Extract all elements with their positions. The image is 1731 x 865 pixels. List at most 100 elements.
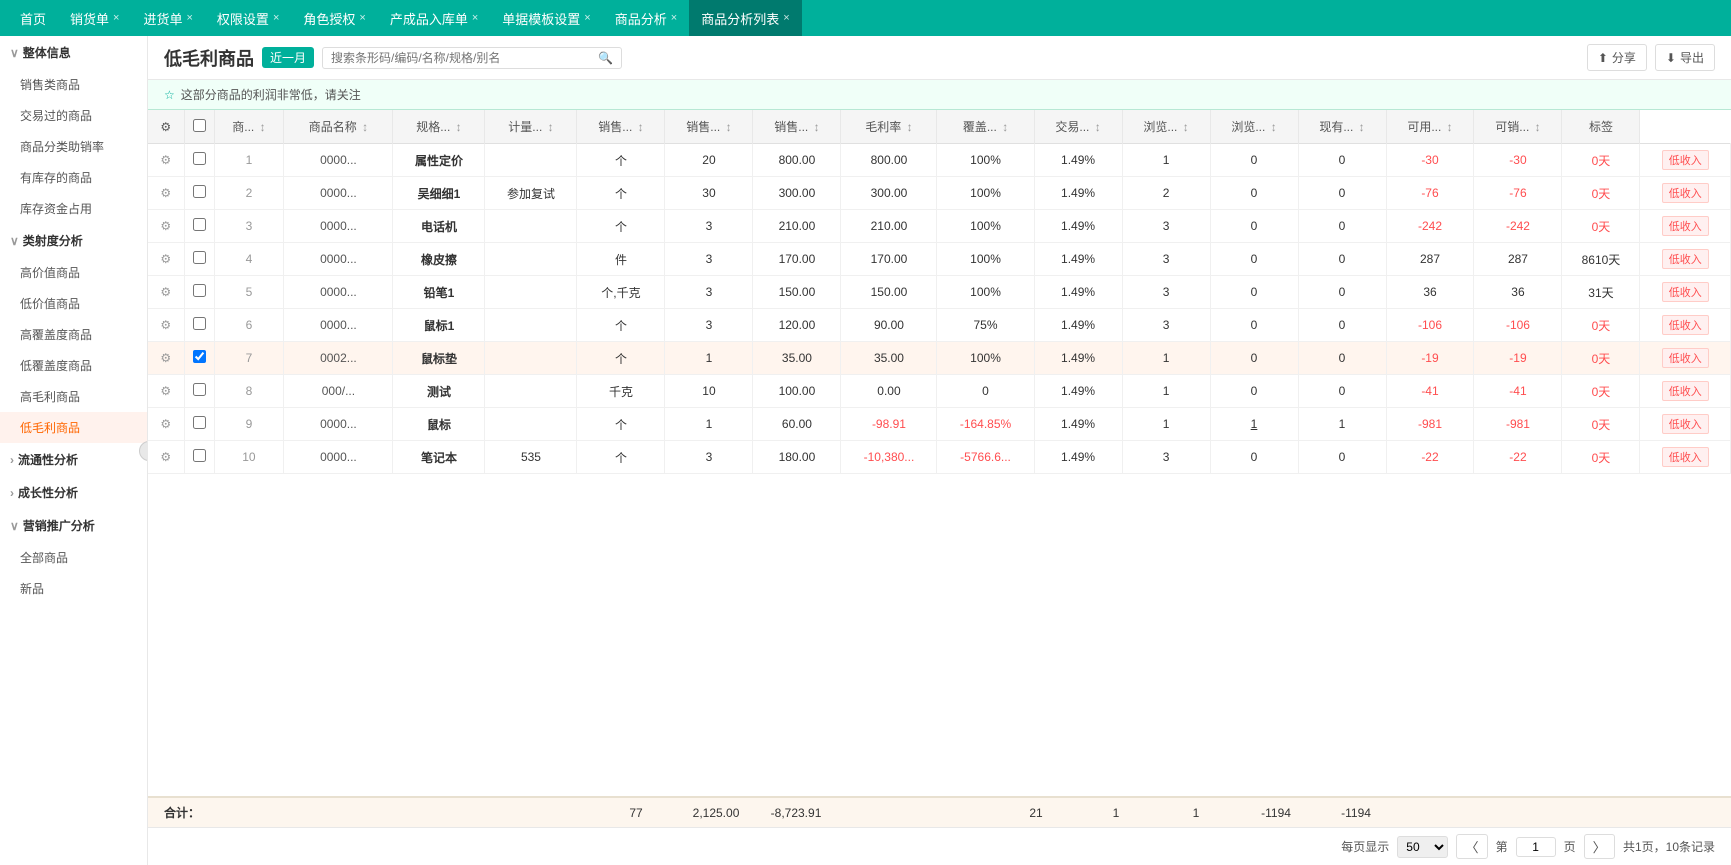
row-settings-icon[interactable]: ⚙ [160, 153, 171, 167]
cell-checkbox[interactable] [184, 441, 214, 474]
row-checkbox[interactable] [193, 152, 206, 165]
select-all-checkbox[interactable] [193, 119, 206, 132]
sidebar-item-in-stock[interactable]: 有库存的商品 [0, 162, 147, 193]
nav-close-analysis-list[interactable]: × [783, 12, 789, 24]
cell-no: 8 [214, 375, 284, 408]
share-button[interactable]: ⬆ 分享 [1587, 44, 1647, 71]
row-checkbox[interactable] [193, 218, 206, 231]
cell-settings: ⚙ [148, 342, 184, 375]
row-checkbox[interactable] [193, 185, 206, 198]
cell-sales-count: 3 [665, 210, 753, 243]
sidebar-group-flow[interactable]: › 流通性分析 [0, 443, 147, 476]
sidebar-item-new-products[interactable]: 新品 [0, 573, 147, 604]
cell-current-stock: 36 [1386, 276, 1474, 309]
cell-checkbox[interactable] [184, 408, 214, 441]
browse1-val: 0 [1251, 219, 1258, 233]
cell-spec [485, 144, 577, 177]
page-number-input[interactable] [1516, 837, 1556, 857]
col-sales-price: 销售... ↕ [665, 110, 753, 144]
nav-close-products[interactable]: × [472, 12, 478, 24]
cell-trade: 2 [1122, 177, 1210, 210]
sidebar-group-overall[interactable]: ∨ 整体信息 [0, 36, 147, 69]
search-input[interactable] [331, 51, 594, 65]
footer-label: 合计： [164, 804, 200, 821]
nav-close-permissions[interactable]: × [273, 12, 279, 24]
nav-template[interactable]: 单据模板设置 × [490, 0, 602, 36]
nav-home[interactable]: 首页 [8, 0, 58, 36]
row-checkbox[interactable] [193, 383, 206, 396]
nav-sales[interactable]: 销货单 × [58, 0, 131, 36]
row-settings-icon[interactable]: ⚙ [160, 318, 171, 332]
cell-checkbox[interactable] [184, 309, 214, 342]
cell-tag: 低收入 [1640, 243, 1731, 276]
row-settings-icon[interactable]: ⚙ [160, 186, 171, 200]
search-icon[interactable]: 🔍 [598, 51, 613, 65]
row-checkbox[interactable] [193, 350, 206, 363]
nav-close-roles[interactable]: × [359, 12, 365, 24]
cell-checkbox[interactable] [184, 210, 214, 243]
row-settings-icon[interactable]: ⚙ [160, 252, 171, 266]
nav-analysis-list[interactable]: 商品分析列表 × [689, 0, 801, 36]
nav-close-purchase[interactable]: × [186, 12, 192, 24]
row-checkbox[interactable] [193, 449, 206, 462]
nav-analysis[interactable]: 商品分析 × [603, 0, 689, 36]
cell-browse2: 0 [1298, 210, 1386, 243]
cell-unit: 个 [577, 177, 665, 210]
browse1-val: 0 [1251, 351, 1258, 365]
sidebar-item-category-rate[interactable]: 商品分类助销率 [0, 131, 147, 162]
browse1-link[interactable]: 1 [1251, 417, 1258, 431]
cell-checkbox[interactable] [184, 243, 214, 276]
row-checkbox[interactable] [193, 416, 206, 429]
cell-gross-margin: 100% [937, 276, 1034, 309]
arrow-overall: ∨ [10, 46, 19, 60]
row-checkbox[interactable] [193, 251, 206, 264]
nav-close-template[interactable]: × [584, 12, 590, 24]
sidebar-item-high-coverage[interactable]: 高覆盖度商品 [0, 319, 147, 350]
col-settings[interactable]: ⚙ [148, 110, 184, 144]
cell-name: 测试 [393, 375, 485, 408]
row-settings-icon[interactable]: ⚙ [160, 450, 171, 464]
cell-checkbox[interactable] [184, 342, 214, 375]
nav-close-sales[interactable]: × [113, 12, 119, 24]
sidebar-item-all-products[interactable]: 全部商品 [0, 542, 147, 573]
sidebar-group-growth[interactable]: › 成长性分析 [0, 476, 147, 509]
row-settings-icon[interactable]: ⚙ [160, 417, 171, 431]
export-button[interactable]: ⬇ 导出 [1655, 44, 1715, 71]
cell-checkbox[interactable] [184, 276, 214, 309]
sidebar-group-marketing[interactable]: ∨ 营销推广分析 [0, 509, 147, 542]
cell-browse2: 0 [1298, 342, 1386, 375]
sidebar-group-category-analysis[interactable]: ∨ 类射度分析 [0, 224, 147, 257]
nav-roles[interactable]: 角色授权 × [291, 0, 377, 36]
sidebar-item-stock-capital[interactable]: 库存资金占用 [0, 193, 147, 224]
cell-checkbox[interactable] [184, 144, 214, 177]
sidebar-item-traded-products[interactable]: 交易过的商品 [0, 100, 147, 131]
nav-close-analysis[interactable]: × [671, 12, 677, 24]
page-size-label: 每页显示 [1341, 838, 1389, 855]
col-checkbox[interactable] [184, 110, 214, 144]
sidebar-item-low-margin[interactable]: 低毛利商品 [0, 412, 147, 443]
cell-sales-price: 180.00 [753, 441, 841, 474]
cell-name: 吴细细1 [393, 177, 485, 210]
nav-products[interactable]: 产成品入库单 × [378, 0, 490, 36]
row-settings-icon[interactable]: ⚙ [160, 285, 171, 299]
page-size-select[interactable]: 50 100 200 [1397, 836, 1448, 858]
row-checkbox[interactable] [193, 317, 206, 330]
sidebar-item-low-value[interactable]: 低价值商品 [0, 288, 147, 319]
time-tag-btn[interactable]: 近一月 [262, 47, 314, 68]
row-checkbox[interactable] [193, 284, 206, 297]
cell-checkbox[interactable] [184, 375, 214, 408]
cell-checkbox[interactable] [184, 177, 214, 210]
prev-page-btn[interactable]: 〈 [1456, 834, 1487, 859]
sidebar-item-low-coverage[interactable]: 低覆盖度商品 [0, 350, 147, 381]
row-settings-icon[interactable]: ⚙ [160, 351, 171, 365]
cell-browse2: 1 [1298, 408, 1386, 441]
row-settings-icon[interactable]: ⚙ [160, 219, 171, 233]
nav-permissions[interactable]: 权限设置 × [205, 0, 291, 36]
row-settings-icon[interactable]: ⚙ [160, 384, 171, 398]
nav-purchase[interactable]: 进货单 × [131, 0, 204, 36]
cell-unit: 个 [577, 342, 665, 375]
next-page-btn[interactable]: 〉 [1584, 834, 1615, 859]
sidebar-item-high-value[interactable]: 高价值商品 [0, 257, 147, 288]
sidebar-item-sales-products[interactable]: 销售类商品 [0, 69, 147, 100]
sidebar-item-high-margin[interactable]: 高毛利商品 [0, 381, 147, 412]
